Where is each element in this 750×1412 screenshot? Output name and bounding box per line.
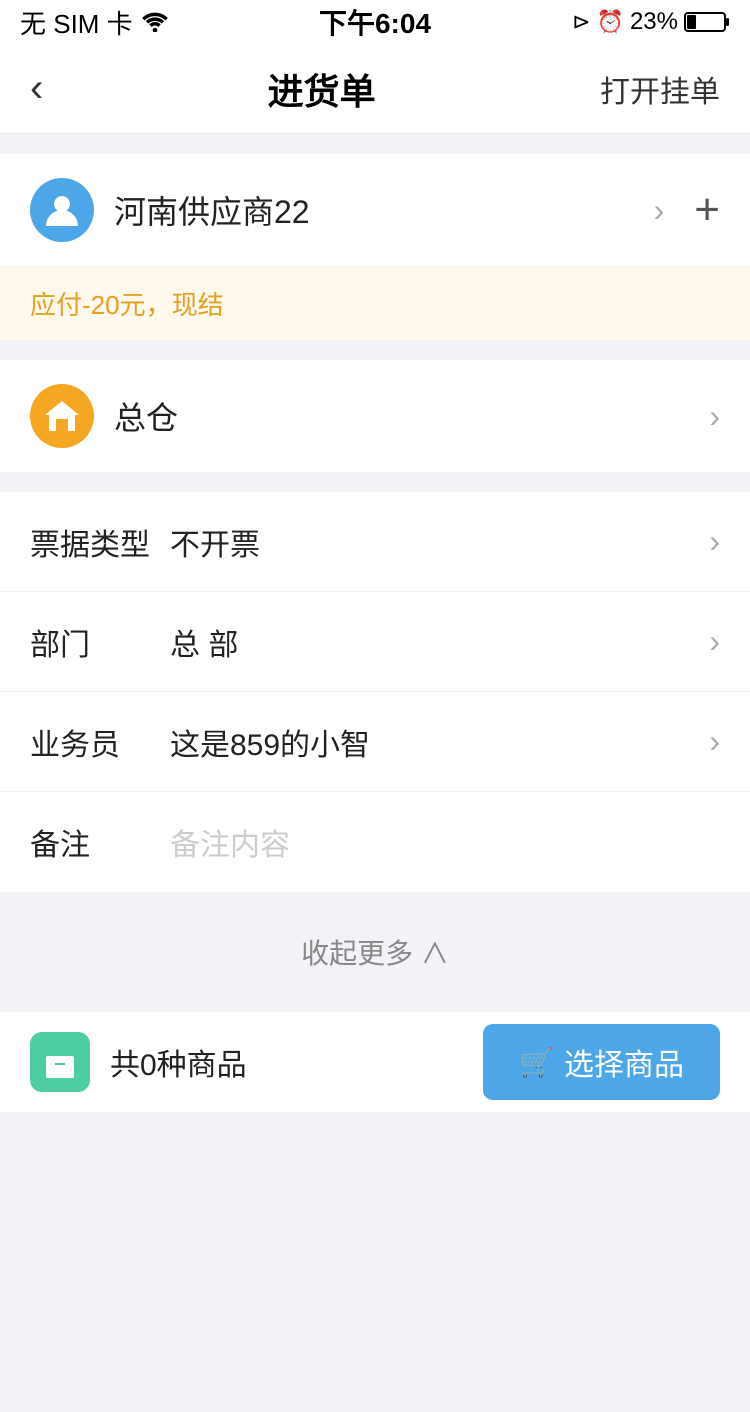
warehouse-card: 总仓 › [0,360,750,472]
add-supplier-button[interactable]: + [694,188,720,232]
invoice-label: 票据类型 [30,520,170,564]
invoice-value: 不开票 [170,520,709,564]
sales-row[interactable]: 业务员 这是859的小智 › [0,692,750,792]
section-gap-1 [0,134,750,154]
status-time: 下午6:04 [319,2,431,42]
supplier-avatar [30,178,94,242]
status-carrier: 无 SIM 卡 [20,4,169,41]
nav-title: 进货单 [268,63,376,115]
shopping-bag-icon [42,1044,78,1080]
open-pending-button[interactable]: 打开挂单 [600,67,720,111]
dept-label: 部门 [30,620,170,664]
invoice-chevron-icon: › [709,523,720,560]
supplier-chevron-icon: › [654,192,665,229]
person-icon [42,190,82,230]
invoice-row[interactable]: 票据类型 不开票 › [0,492,750,592]
sales-value: 这是859的小智 [170,720,709,764]
collapse-bar[interactable]: 收起更多 ∧ [0,912,750,992]
nav-bar: ‹ 进货单 打开挂单 [0,44,750,134]
form-section: 票据类型 不开票 › 部门 总 部 › 业务员 这是859的小智 › 备注 备注… [0,492,750,892]
notice-text: 应付-20元，现结 [30,290,224,320]
supplier-name: 河南供应商22 [114,187,654,233]
dept-chevron-icon: › [709,623,720,660]
select-icon: 🛒 [519,1046,554,1079]
product-icon [30,1032,90,1092]
sales-chevron-icon: › [709,723,720,760]
remark-row[interactable]: 备注 备注内容 [0,792,750,892]
wifi-icon [141,12,169,32]
battery-icon [684,10,730,34]
dept-value: 总 部 [170,620,709,664]
select-label: 选择商品 [564,1040,684,1084]
status-bar: 无 SIM 卡 下午6:04 ⊳ ⏰ 23% [0,0,750,44]
sales-label: 业务员 [30,720,170,764]
warehouse-chevron-icon: › [709,398,720,435]
dept-row[interactable]: 部门 总 部 › [0,592,750,692]
status-indicators: ⊳ ⏰ 23% [572,8,730,36]
remark-label: 备注 [30,820,170,864]
home-icon [43,397,81,435]
remark-input[interactable]: 备注内容 [170,820,720,864]
collapse-label: 收起更多 ∧ [301,932,449,972]
carrier-text: 无 SIM 卡 [20,4,133,41]
back-button[interactable]: ‹ [30,66,43,111]
alarm-icon: ⏰ [597,9,624,35]
page-background [0,1112,750,1412]
location-icon: ⊳ [572,9,590,35]
supplier-card: 河南供应商22 › + 应付-20元，现结 [0,154,750,340]
warehouse-row[interactable]: 总仓 › [0,360,750,472]
supplier-row[interactable]: 河南供应商22 › + [0,154,750,267]
battery-text: 23% [630,8,678,36]
notice-bar: 应付-20元，现结 [0,267,750,340]
bottom-bar: 共0种商品 🛒 选择商品 [0,1012,750,1112]
select-product-button[interactable]: 🛒 选择商品 [483,1024,720,1100]
product-count: 共0种商品 [110,1040,483,1084]
warehouse-icon [30,384,94,448]
warehouse-name: 总仓 [114,393,709,439]
